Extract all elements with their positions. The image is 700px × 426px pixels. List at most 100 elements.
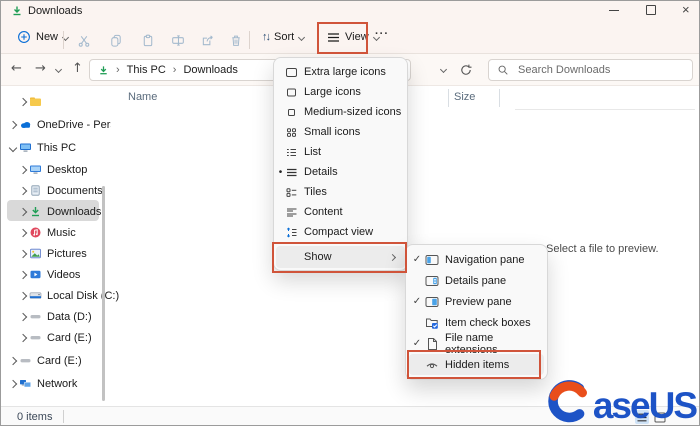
rename-icon[interactable]: [171, 33, 185, 47]
chevron-right-icon: [18, 228, 28, 237]
easeus-logo: aseUS: [545, 377, 698, 426]
sidebar-item-network[interactable]: Network: [1, 373, 111, 394]
recent-locations-chevron-icon[interactable]: [54, 65, 63, 74]
delete-icon[interactable]: [229, 33, 243, 47]
folder-icon: [30, 97, 41, 106]
chevron-right-icon: [18, 165, 28, 174]
back-icon[interactable]: ←: [11, 61, 22, 76]
desktop-icon: [30, 165, 41, 174]
search-box[interactable]: [488, 59, 693, 81]
chevron-right-icon: [18, 207, 28, 216]
chevron-right-icon: [18, 333, 28, 342]
file-explorer-window: Downloads × New ↑↓ Sort View ··· ← → ↑ ›…: [0, 0, 700, 426]
column-header-name[interactable]: Name: [128, 91, 157, 103]
menu-item-tiles[interactable]: Tiles: [276, 182, 405, 202]
sidebar-item-folder[interactable]: [1, 91, 121, 112]
column-divider[interactable]: [499, 89, 500, 107]
window-title: Downloads: [28, 5, 83, 17]
large-icons-icon: [285, 86, 304, 99]
chevron-down-icon: [298, 33, 306, 41]
selected-indicator: •: [278, 166, 283, 178]
list-icon: [285, 146, 304, 159]
submenu-item-navigation-pane[interactable]: ✓ Navigation pane: [409, 249, 544, 270]
crumb-separator: ›: [172, 64, 177, 76]
sort-icon: ↑↓: [262, 31, 271, 43]
preview-pane-icon: [425, 295, 445, 309]
search-input[interactable]: [516, 63, 670, 77]
up-icon[interactable]: ↑: [72, 61, 83, 76]
sidebar-scrollbar[interactable]: [102, 186, 105, 401]
submenu-item-preview-pane[interactable]: ✓ Preview pane: [409, 291, 544, 312]
sidebar-item-onedrive[interactable]: OneDrive - Persona: [1, 114, 111, 135]
chevron-right-icon: [8, 379, 18, 388]
content-icon: [285, 206, 304, 219]
share-icon[interactable]: [201, 33, 215, 47]
chevron-right-icon: [8, 356, 18, 365]
title-bar: Downloads ×: [1, 1, 699, 21]
details-pane-icon: [425, 274, 445, 288]
highlight-box-view: [317, 22, 368, 54]
small-icons-icon: [285, 126, 304, 139]
menu-item-list[interactable]: List: [276, 142, 405, 162]
paste-icon[interactable]: [141, 33, 155, 47]
menu-item-extra-large-icons[interactable]: Extra large icons: [276, 62, 405, 82]
breadcrumb-downloads[interactable]: Downloads: [183, 64, 237, 76]
cut-icon[interactable]: [77, 33, 91, 47]
menu-item-large-icons[interactable]: Large icons: [276, 82, 405, 102]
chevron-right-icon: [18, 249, 28, 258]
maximize-button[interactable]: [646, 5, 656, 15]
pictures-icon: [30, 248, 41, 259]
crumb-separator: ›: [116, 64, 120, 76]
sidebar-item-desktop[interactable]: Desktop: [1, 159, 121, 180]
see-more-button[interactable]: ···: [375, 28, 389, 40]
view-menu: Extra large icons Large icons Medium-siz…: [273, 57, 408, 271]
forward-icon[interactable]: →: [35, 61, 46, 76]
easeus-logo-text: aseUS: [592, 385, 698, 426]
preview-empty-text: Select a file to preview.: [546, 243, 659, 255]
submenu-item-item-check-boxes[interactable]: Item check boxes: [409, 312, 544, 333]
menu-item-content[interactable]: Content: [276, 202, 405, 222]
sort-button-label: Sort: [274, 31, 295, 43]
documents-icon: [31, 185, 40, 196]
file-name-extensions-icon: [425, 337, 445, 351]
menu-item-details[interactable]: • Details: [276, 162, 405, 182]
toolbar-separator: [63, 31, 64, 49]
chevron-down-icon: [8, 143, 18, 152]
minimize-button[interactable]: [609, 10, 619, 12]
details-icon: [285, 166, 304, 179]
menu-item-compact-view[interactable]: Compact view: [276, 222, 405, 242]
new-button[interactable]: New: [11, 24, 74, 50]
this-pc-icon: [20, 143, 31, 152]
address-dropdown-chevron-icon[interactable]: [439, 65, 448, 74]
check-icon: ✓: [412, 338, 422, 349]
sort-button[interactable]: ↑↓ Sort: [256, 24, 310, 50]
network-icon: [20, 380, 31, 388]
medium-sized-icons-icon: [285, 106, 304, 119]
music-icon: [30, 227, 41, 238]
sidebar-item-this-pc[interactable]: This PC: [1, 137, 111, 158]
chevron-right-icon: [18, 97, 28, 106]
chevron-right-icon: [18, 186, 28, 195]
column-header-size[interactable]: Size: [454, 91, 475, 103]
item-check-boxes-icon: [425, 316, 445, 330]
highlight-box-hidden-items: [407, 350, 541, 379]
local-disk-icon: [29, 292, 42, 299]
downloads-icon: [32, 207, 39, 217]
videos-icon: [30, 270, 41, 279]
status-separator: [63, 410, 64, 423]
drive-icon: [30, 336, 41, 340]
breadcrumb-this-pc[interactable]: This PC: [127, 64, 166, 76]
search-icon: [498, 65, 508, 75]
chevron-right-icon: [18, 312, 28, 321]
refresh-icon[interactable]: [459, 63, 473, 77]
menu-item-small-icons[interactable]: Small icons: [276, 122, 405, 142]
sidebar-item-card-e-root[interactable]: Card (E:): [1, 350, 111, 371]
extra-large-icons-icon: [285, 66, 304, 79]
menu-item-medium-sized-icons[interactable]: Medium-sized icons: [276, 102, 405, 122]
copy-icon[interactable]: [109, 33, 123, 47]
submenu-item-details-pane[interactable]: Details pane: [409, 270, 544, 291]
downloads-folder-icon: [13, 6, 21, 16]
check-icon: ✓: [412, 296, 422, 307]
column-divider[interactable]: [448, 89, 449, 107]
close-button[interactable]: ×: [682, 2, 690, 17]
